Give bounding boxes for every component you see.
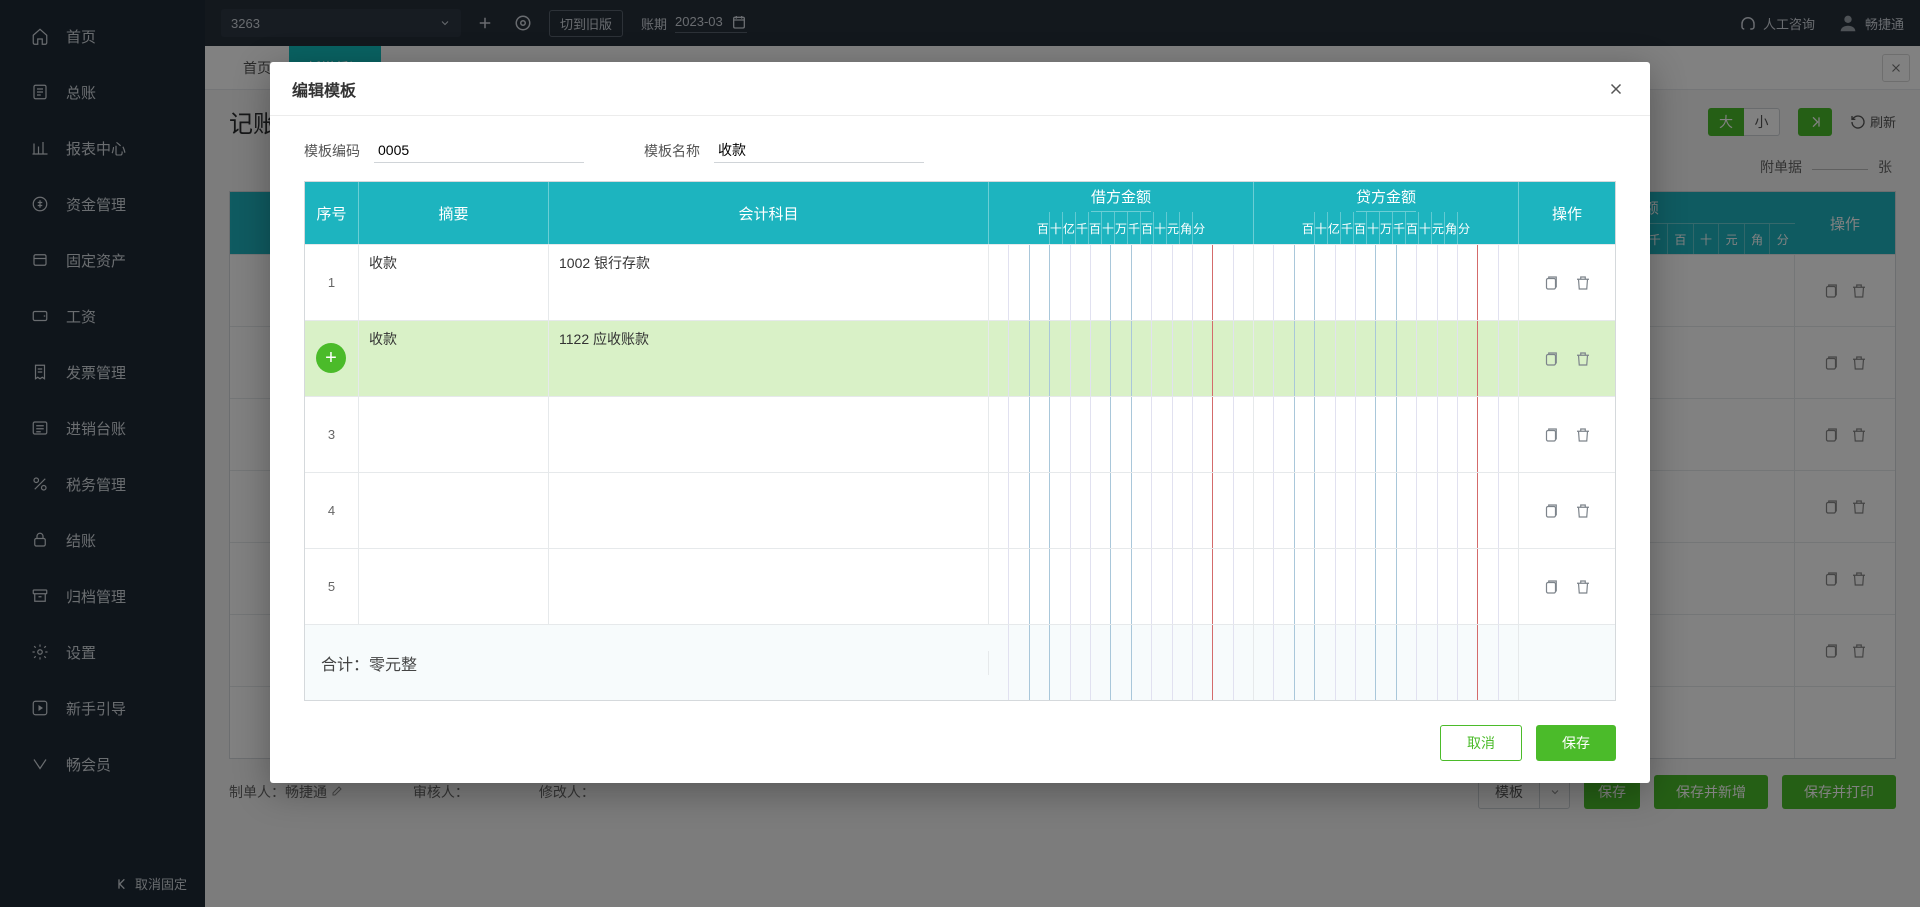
cancel-button[interactable]: 取消 xyxy=(1440,725,1522,761)
col-credit-group: 贷方金额 百十亿千百十万千百十元角分 xyxy=(1254,182,1519,244)
dialog-title: 编辑模板 xyxy=(292,77,356,101)
row-credit[interactable] xyxy=(1254,321,1519,396)
row-account[interactable] xyxy=(549,549,989,624)
col-account: 会计科目 xyxy=(549,182,989,244)
copy-row-icon[interactable] xyxy=(1542,426,1560,444)
row-seq: 5 xyxy=(305,549,359,624)
row-account[interactable]: 1122 应收账款 xyxy=(549,321,989,396)
delete-row-icon[interactable] xyxy=(1574,426,1592,444)
row-summary[interactable]: 收款 xyxy=(359,245,549,320)
row-actions xyxy=(1519,397,1615,472)
row-summary[interactable]: 收款 xyxy=(359,321,549,396)
row-debit[interactable] xyxy=(989,473,1254,548)
copy-row-icon[interactable] xyxy=(1542,274,1560,292)
row-seq: 1 xyxy=(305,245,359,320)
row-actions xyxy=(1519,321,1615,396)
row-credit[interactable] xyxy=(1254,549,1519,624)
row-summary[interactable] xyxy=(359,473,549,548)
delete-row-icon[interactable] xyxy=(1574,502,1592,520)
template-row[interactable]: + 收款1122 应收账款 xyxy=(305,320,1615,396)
copy-row-icon[interactable] xyxy=(1542,502,1560,520)
row-account[interactable] xyxy=(549,397,989,472)
row-actions xyxy=(1519,473,1615,548)
delete-row-icon[interactable] xyxy=(1574,274,1592,292)
delete-row-icon[interactable] xyxy=(1574,350,1592,368)
row-summary[interactable] xyxy=(359,397,549,472)
row-credit[interactable] xyxy=(1254,473,1519,548)
col-debit-group: 借方金额 百十亿千百十万千百十元角分 xyxy=(989,182,1254,244)
row-seq: 3 xyxy=(305,397,359,472)
copy-row-icon[interactable] xyxy=(1542,578,1560,596)
save-template-button[interactable]: 保存 xyxy=(1536,725,1616,761)
modal-overlay: 编辑模板 模板编码 模板名称 序号 摘要 会计科目 xyxy=(0,0,1920,907)
template-row[interactable]: 4 xyxy=(305,472,1615,548)
total-label: 合计：零元整 xyxy=(305,651,989,675)
row-debit[interactable] xyxy=(989,397,1254,472)
row-actions xyxy=(1519,549,1615,624)
row-credit[interactable] xyxy=(1254,397,1519,472)
row-actions xyxy=(1519,245,1615,320)
row-seq: 4 xyxy=(305,473,359,548)
col-op: 操作 xyxy=(1519,182,1615,244)
col-summary: 摘要 xyxy=(359,182,549,244)
row-debit[interactable] xyxy=(989,549,1254,624)
edit-template-dialog: 编辑模板 模板编码 模板名称 序号 摘要 会计科目 xyxy=(270,62,1650,783)
template-row[interactable]: 1收款1002 银行存款 xyxy=(305,244,1615,320)
col-seq: 序号 xyxy=(305,182,359,244)
template-name-label: 模板名称 xyxy=(644,141,700,161)
dialog-close-button[interactable] xyxy=(1604,77,1628,101)
close-icon xyxy=(1607,80,1625,98)
row-summary[interactable] xyxy=(359,549,549,624)
row-account[interactable]: 1002 银行存款 xyxy=(549,245,989,320)
copy-row-icon[interactable] xyxy=(1542,350,1560,368)
row-credit[interactable] xyxy=(1254,245,1519,320)
row-debit[interactable] xyxy=(989,245,1254,320)
delete-row-icon[interactable] xyxy=(1574,578,1592,596)
row-seq: + xyxy=(305,321,359,396)
template-row[interactable]: 3 xyxy=(305,396,1615,472)
template-code-input[interactable] xyxy=(374,138,584,163)
template-name-input[interactable] xyxy=(714,138,924,163)
row-debit[interactable] xyxy=(989,321,1254,396)
row-account[interactable] xyxy=(549,473,989,548)
template-table: 序号 摘要 会计科目 借方金额 百十亿千百十万千百十元角分 贷方金额 百十亿千百… xyxy=(304,181,1616,701)
add-row-button[interactable]: + xyxy=(316,343,346,373)
template-row[interactable]: 5 xyxy=(305,548,1615,624)
template-code-label: 模板编码 xyxy=(304,141,360,161)
